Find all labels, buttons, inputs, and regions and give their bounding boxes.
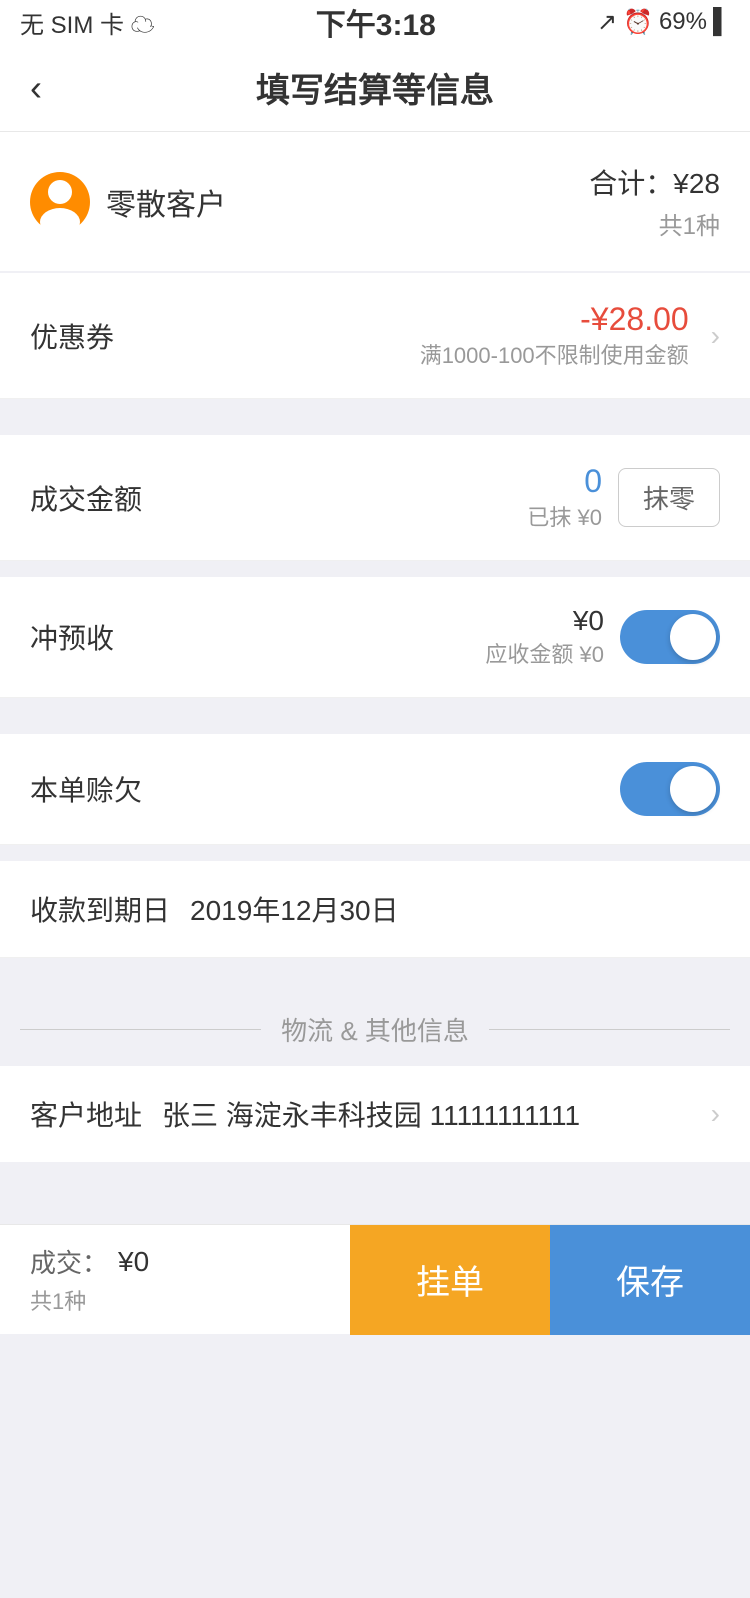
total-amount: 合计：¥28 [589,162,720,202]
chevron-right-icon: › [711,320,720,352]
address-chevron-icon: › [711,1098,720,1130]
avatar [30,172,90,232]
debt-toggle[interactable] [620,762,720,816]
due-date-value: 2019年12月30日 [190,889,399,929]
coupon-desc: 满1000-100不限制使用金额 [420,338,689,370]
logistics-divider: 物流 & 其他信息 [0,994,750,1064]
divider-1 [0,415,750,435]
advance-payment-right: ¥0 应收金额 ¥0 [114,605,720,669]
status-right: ↗ ⏰ 69% ▌ [597,8,730,37]
hang-button[interactable]: 挂单 [350,1225,550,1335]
page-title: 填写结算等信息 [256,63,494,112]
bottom-deal-amount: ¥0 [118,1246,149,1278]
coupon-row[interactable]: 优惠券 -¥28.00 满1000-100不限制使用金额 › [0,273,750,399]
nav-bar: ‹ 填写结算等信息 [0,44,750,132]
deal-amount-row: 成交金额 0 已抹 ¥0 抹零 [0,435,750,561]
deal-amount-label: 成交金额 [30,478,142,518]
debt-right [142,762,720,816]
toggle-knob [670,614,716,660]
battery-icon: ▌ [713,8,730,36]
round-button[interactable]: 抹零 [618,468,720,527]
status-bar: 无 SIM 卡 ☁ 下午3:18 ↗ ⏰ 69% ▌ [0,0,750,44]
address-label: 客户地址 [30,1094,142,1134]
logistics-label: 物流 & 其他信息 [281,1011,469,1048]
coupon-right: -¥28.00 满1000-100不限制使用金额 › [114,301,720,370]
divider-2 [0,714,750,734]
coupon-label: 优惠券 [30,316,114,356]
debt-row: 本单赊欠 [0,734,750,845]
status-left: 无 SIM 卡 ☁ [20,5,155,40]
bottom-deal-label: 成交： [30,1243,108,1280]
bottom-info: 成交： ¥0 共1种 [0,1243,350,1316]
debt-toggle-knob [670,766,716,812]
bottom-bar: 成交： ¥0 共1种 挂单 保存 [0,1224,750,1334]
bottom-count: 共1种 [30,1284,320,1316]
advance-payment-receivable: 应收金额 ¥0 [485,637,604,669]
due-date-label: 收款到期日 [30,889,170,929]
deal-amount-value: 0 [527,463,602,500]
deal-amount-rounded: 已抹 ¥0 [527,500,602,532]
due-date-row[interactable]: 收款到期日 2019年12月30日 [0,861,750,958]
content: 零散客户 合计：¥28 共1种 优惠券 -¥28.00 满1000-100不限制… [0,132,750,1598]
debt-label: 本单赊欠 [30,769,142,809]
battery-label: 69% [659,8,707,36]
customer-total: 合计：¥28 共1种 [589,162,720,241]
customer-info: 零散客户 [30,172,226,232]
alarm-icon: ⏰ [623,8,653,37]
location-icon: ↗ [597,8,617,37]
customer-name: 零散客户 [106,180,226,224]
save-button[interactable]: 保存 [550,1225,750,1335]
advance-payment-label: 冲预收 [30,617,114,657]
advance-payment-row: 冲预收 ¥0 应收金额 ¥0 [0,577,750,698]
coupon-discount: -¥28.00 [420,301,689,338]
bottom-deal: 成交： ¥0 [30,1243,320,1280]
address-row[interactable]: 客户地址 张三 海淀永丰科技园 11111111111 › [0,1066,750,1162]
advance-payment-amount: ¥0 [485,605,604,637]
deal-amount-right: 0 已抹 ¥0 抹零 [142,463,720,532]
customer-row: 零散客户 合计：¥28 共1种 [0,132,750,271]
advance-payment-toggle[interactable] [620,610,720,664]
no-sim-label: 无 SIM 卡 ☁ [20,5,155,40]
address-value: 张三 海淀永丰科技园 11111111111 [162,1094,705,1134]
divider-3 [0,974,750,994]
back-button[interactable]: ‹ [30,67,42,109]
status-time: 下午3:18 [316,0,436,44]
total-count: 共1种 [589,206,720,241]
